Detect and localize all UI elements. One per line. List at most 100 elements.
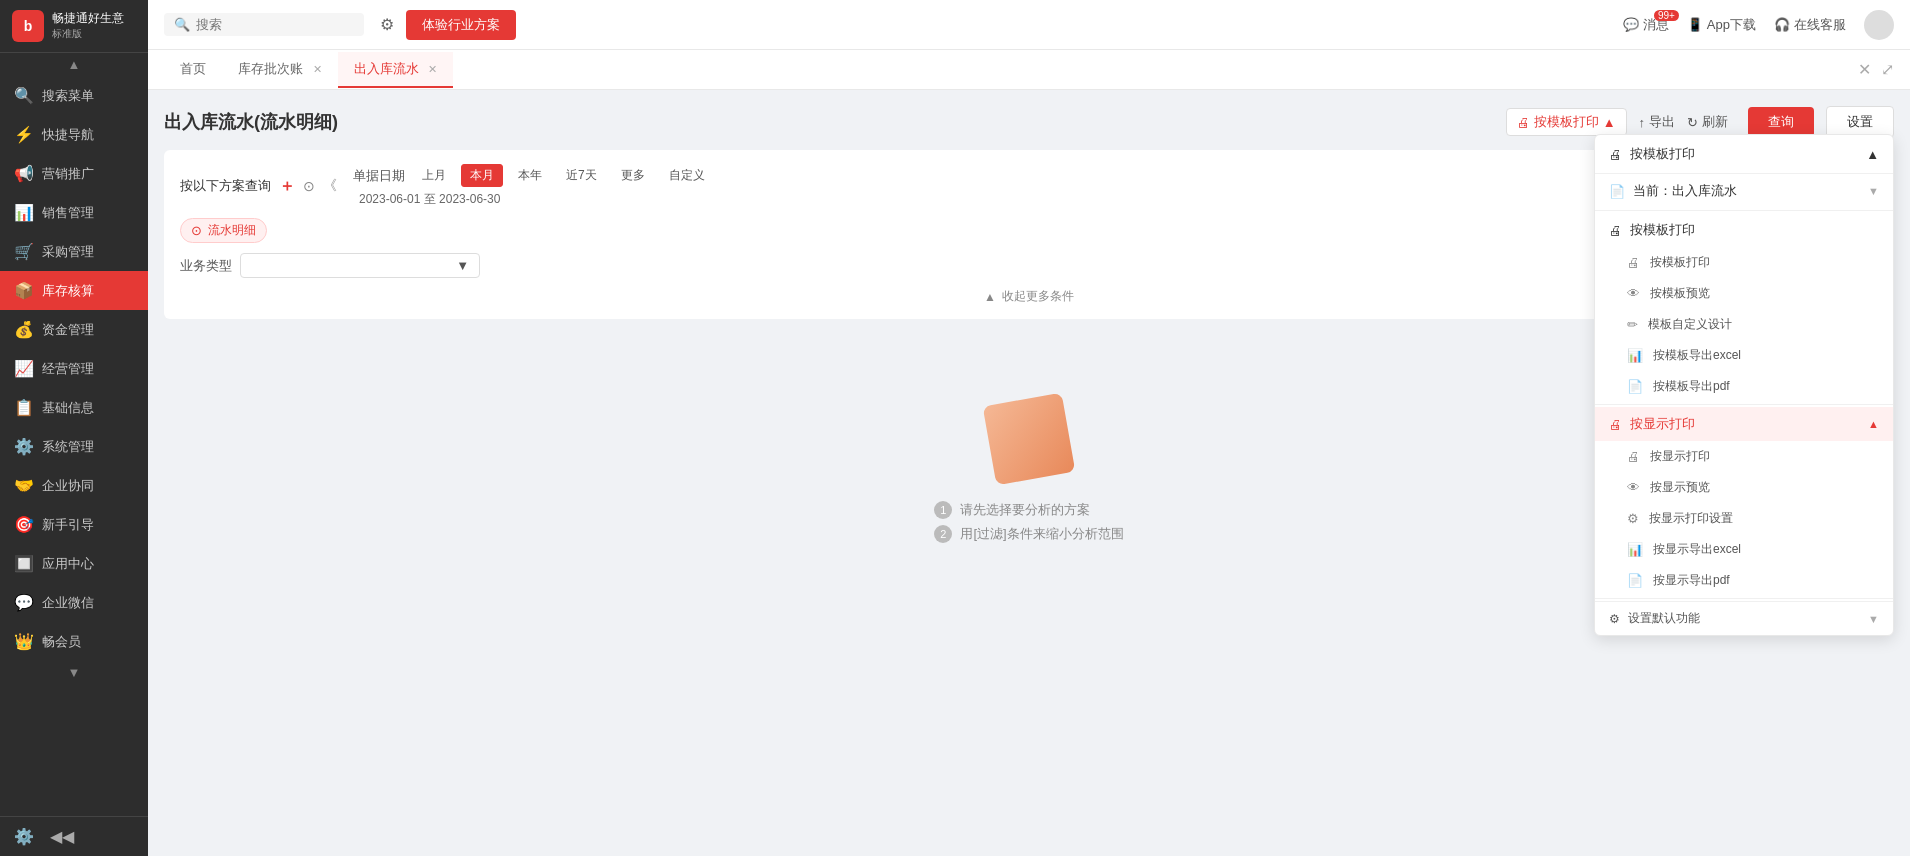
user-avatar[interactable] bbox=[1864, 10, 1894, 40]
business-type-label: 业务类型 bbox=[180, 257, 232, 275]
filter-tag-flow[interactable]: ⊙ 流水明细 bbox=[180, 218, 267, 243]
business-type-group: 业务类型 ▼ bbox=[180, 253, 480, 278]
dropdown-item-display-print-settings[interactable]: ⚙ 按显示打印设置 bbox=[1595, 503, 1893, 534]
filter-collapse-icon[interactable]: 《 bbox=[323, 177, 337, 195]
filter-gear-icon[interactable]: ⊙ bbox=[303, 178, 315, 194]
dropdown-item-display-preview[interactable]: 👁 按显示预览 bbox=[1595, 472, 1893, 503]
sidebar-item-sales[interactable]: 📊 销售管理 bbox=[0, 193, 148, 232]
step-1-num: 1 bbox=[934, 501, 952, 519]
marketing-icon: 📢 bbox=[14, 164, 34, 183]
tab-flow[interactable]: 出入库流水 ✕ bbox=[338, 52, 454, 88]
dropdown-current[interactable]: 📄 当前：出入库流水 ▼ bbox=[1595, 174, 1893, 208]
close-window-icon[interactable]: ✕ bbox=[1858, 60, 1871, 79]
app-download-button[interactable]: 📱 App下载 bbox=[1687, 16, 1756, 34]
expand-window-icon[interactable]: ⤢ bbox=[1881, 60, 1894, 79]
dropdown-item-label: 按显示打印设置 bbox=[1649, 510, 1733, 527]
dropdown-item-template-excel[interactable]: 📊 按模板导出excel bbox=[1595, 340, 1893, 371]
date-btn-more[interactable]: 更多 bbox=[612, 164, 654, 187]
sidebar-bottom-bar: ⚙️ ◀◀ bbox=[0, 816, 148, 856]
filter-add-button[interactable]: ＋ bbox=[279, 176, 295, 197]
sidebar-item-search[interactable]: 🔍 搜索菜单 bbox=[0, 76, 148, 115]
excel-icon: 📊 bbox=[1627, 348, 1643, 363]
sidebar-item-purchase[interactable]: 🛒 采购管理 bbox=[0, 232, 148, 271]
dropdown-item-template-pdf[interactable]: 📄 按模板导出pdf bbox=[1595, 371, 1893, 402]
query-button[interactable]: 查询 bbox=[1748, 107, 1814, 137]
tab-home[interactable]: 首页 bbox=[164, 52, 222, 88]
date-btn-last-month[interactable]: 上月 bbox=[413, 164, 455, 187]
dropdown-item-label: 按显示导出pdf bbox=[1653, 572, 1730, 589]
tab-batch[interactable]: 库存批次账 ✕ bbox=[222, 52, 338, 88]
online-service-label: 在线客服 bbox=[1794, 16, 1846, 34]
topbar-right-actions: 💬 消息 99+ 📱 App下载 🎧 在线客服 bbox=[1623, 10, 1894, 40]
sidebar-item-label: 销售管理 bbox=[42, 204, 94, 222]
dropdown-item-display-print[interactable]: 🖨 按显示打印 bbox=[1595, 441, 1893, 472]
sidebar-scroll-up[interactable]: ▲ bbox=[0, 53, 148, 76]
sidebar-item-finance[interactable]: 💰 资金管理 bbox=[0, 310, 148, 349]
dropdown-section-template[interactable]: 🖨 按模板打印 bbox=[1595, 213, 1893, 247]
messages-badge: 99+ bbox=[1654, 10, 1679, 21]
sidebar-item-label: 库存核算 bbox=[42, 282, 94, 300]
date-filter-group: 单据日期 上月 本月 本年 近7天 更多 自定义 2023-06-01 至 20… bbox=[353, 164, 714, 208]
sidebar-item-member[interactable]: 👑 畅会员 bbox=[0, 622, 148, 661]
sidebar-item-quicknav[interactable]: ⚡ 快捷导航 bbox=[0, 115, 148, 154]
refresh-button[interactable]: ↻ 刷新 bbox=[1687, 113, 1728, 131]
tab-flow-close[interactable]: ✕ bbox=[428, 63, 437, 75]
dropdown-section-display[interactable]: 🖨 按显示打印 ▲ bbox=[1595, 407, 1893, 441]
member-icon: 👑 bbox=[14, 632, 34, 651]
template-section-label: 按模板打印 bbox=[1630, 221, 1695, 239]
dropdown-title: 按模板打印 bbox=[1630, 145, 1695, 163]
sidebar-item-wechat[interactable]: 💬 企业微信 bbox=[0, 583, 148, 622]
step-2-text: 用[过滤]条件来缩小分析范围 bbox=[960, 525, 1123, 543]
display-excel-icon: 📊 bbox=[1627, 542, 1643, 557]
chevron-down-icon: ▼ bbox=[1868, 185, 1879, 197]
sidebar-item-basic[interactable]: 📋 基础信息 bbox=[0, 388, 148, 427]
app-name: 畅捷通好生意 bbox=[52, 11, 124, 27]
sidebar-item-inventory[interactable]: 📦 库存核算 bbox=[0, 271, 148, 310]
purchase-icon: 🛒 bbox=[14, 242, 34, 261]
sidebar-collapse-icon[interactable]: ◀◀ bbox=[50, 827, 74, 846]
sidebar-item-guide[interactable]: 🎯 新手引导 bbox=[0, 505, 148, 544]
online-service-button[interactable]: 🎧 在线客服 bbox=[1774, 16, 1846, 34]
sidebar-item-marketing[interactable]: 📢 营销推广 bbox=[0, 154, 148, 193]
sidebar-item-label: 企业协同 bbox=[42, 477, 94, 495]
app-logo: b 畅捷通好生意 标准版 bbox=[0, 0, 148, 53]
date-btn-custom[interactable]: 自定义 bbox=[660, 164, 714, 187]
dropdown-item-template-customize[interactable]: ✏ 模板自定义设计 bbox=[1595, 309, 1893, 340]
date-btn-7days[interactable]: 近7天 bbox=[557, 164, 606, 187]
sidebar-item-appstore[interactable]: 🔲 应用中心 bbox=[0, 544, 148, 583]
industry-solution-button[interactable]: 体验行业方案 bbox=[406, 10, 516, 40]
sidebar-item-label: 搜索菜单 bbox=[42, 87, 94, 105]
system-icon: ⚙️ bbox=[14, 437, 34, 456]
dropdown-item-template-preview[interactable]: 👁 按模板预览 bbox=[1595, 278, 1893, 309]
export-button[interactable]: ↑ 导出 bbox=[1639, 113, 1676, 131]
inventory-icon: 📦 bbox=[14, 281, 34, 300]
business-type-select[interactable]: ▼ bbox=[240, 253, 480, 278]
sidebar-scroll-down[interactable]: ▼ bbox=[0, 661, 148, 684]
topbar-search-box[interactable]: 🔍 bbox=[164, 13, 364, 36]
sidebar-item-operations[interactable]: 📈 经营管理 bbox=[0, 349, 148, 388]
sidebar: b 畅捷通好生意 标准版 ▲ 🔍 搜索菜单 ⚡ 快捷导航 📢 营销推广 📊 销售… bbox=[0, 0, 148, 856]
dropdown-item-template-print[interactable]: 🖨 按模板打印 bbox=[1595, 247, 1893, 278]
chevron-up-icon-header[interactable]: ▲ bbox=[1866, 147, 1879, 162]
dropdown-item-display-pdf[interactable]: 📄 按显示导出pdf bbox=[1595, 565, 1893, 596]
search-input[interactable] bbox=[196, 17, 336, 32]
display-preview-icon: 👁 bbox=[1627, 480, 1640, 495]
dropdown-item-label: 按显示预览 bbox=[1650, 479, 1710, 496]
printer-icon-header: 🖨 bbox=[1609, 147, 1622, 162]
customize-icon: ✏ bbox=[1627, 317, 1638, 332]
dropdown-item-label: 按显示导出excel bbox=[1653, 541, 1741, 558]
sidebar-settings-icon[interactable]: ⚙️ bbox=[14, 827, 34, 846]
topbar-gear-icon[interactable]: ⚙ bbox=[380, 15, 394, 34]
print-template-button[interactable]: 🖨 按模板打印 ▲ bbox=[1506, 108, 1627, 136]
page-actions: 🖨 按模板打印 ▲ ↑ 导出 ↻ 刷新 🖨 bbox=[1506, 106, 1894, 138]
date-btn-this-year[interactable]: 本年 bbox=[509, 164, 551, 187]
sidebar-item-collab[interactable]: 🤝 企业协同 bbox=[0, 466, 148, 505]
dropdown-item-display-excel[interactable]: 📊 按显示导出excel bbox=[1595, 534, 1893, 565]
tab-batch-close[interactable]: ✕ bbox=[313, 63, 322, 75]
export-icon: ↑ bbox=[1639, 115, 1646, 130]
sidebar-item-system[interactable]: ⚙️ 系统管理 bbox=[0, 427, 148, 466]
messages-button[interactable]: 💬 消息 99+ bbox=[1623, 16, 1669, 34]
dropdown-footer-settings[interactable]: ⚙ 设置默认功能 ▼ bbox=[1595, 601, 1893, 635]
date-btn-this-month[interactable]: 本月 bbox=[461, 164, 503, 187]
date-label: 单据日期 bbox=[353, 167, 405, 185]
